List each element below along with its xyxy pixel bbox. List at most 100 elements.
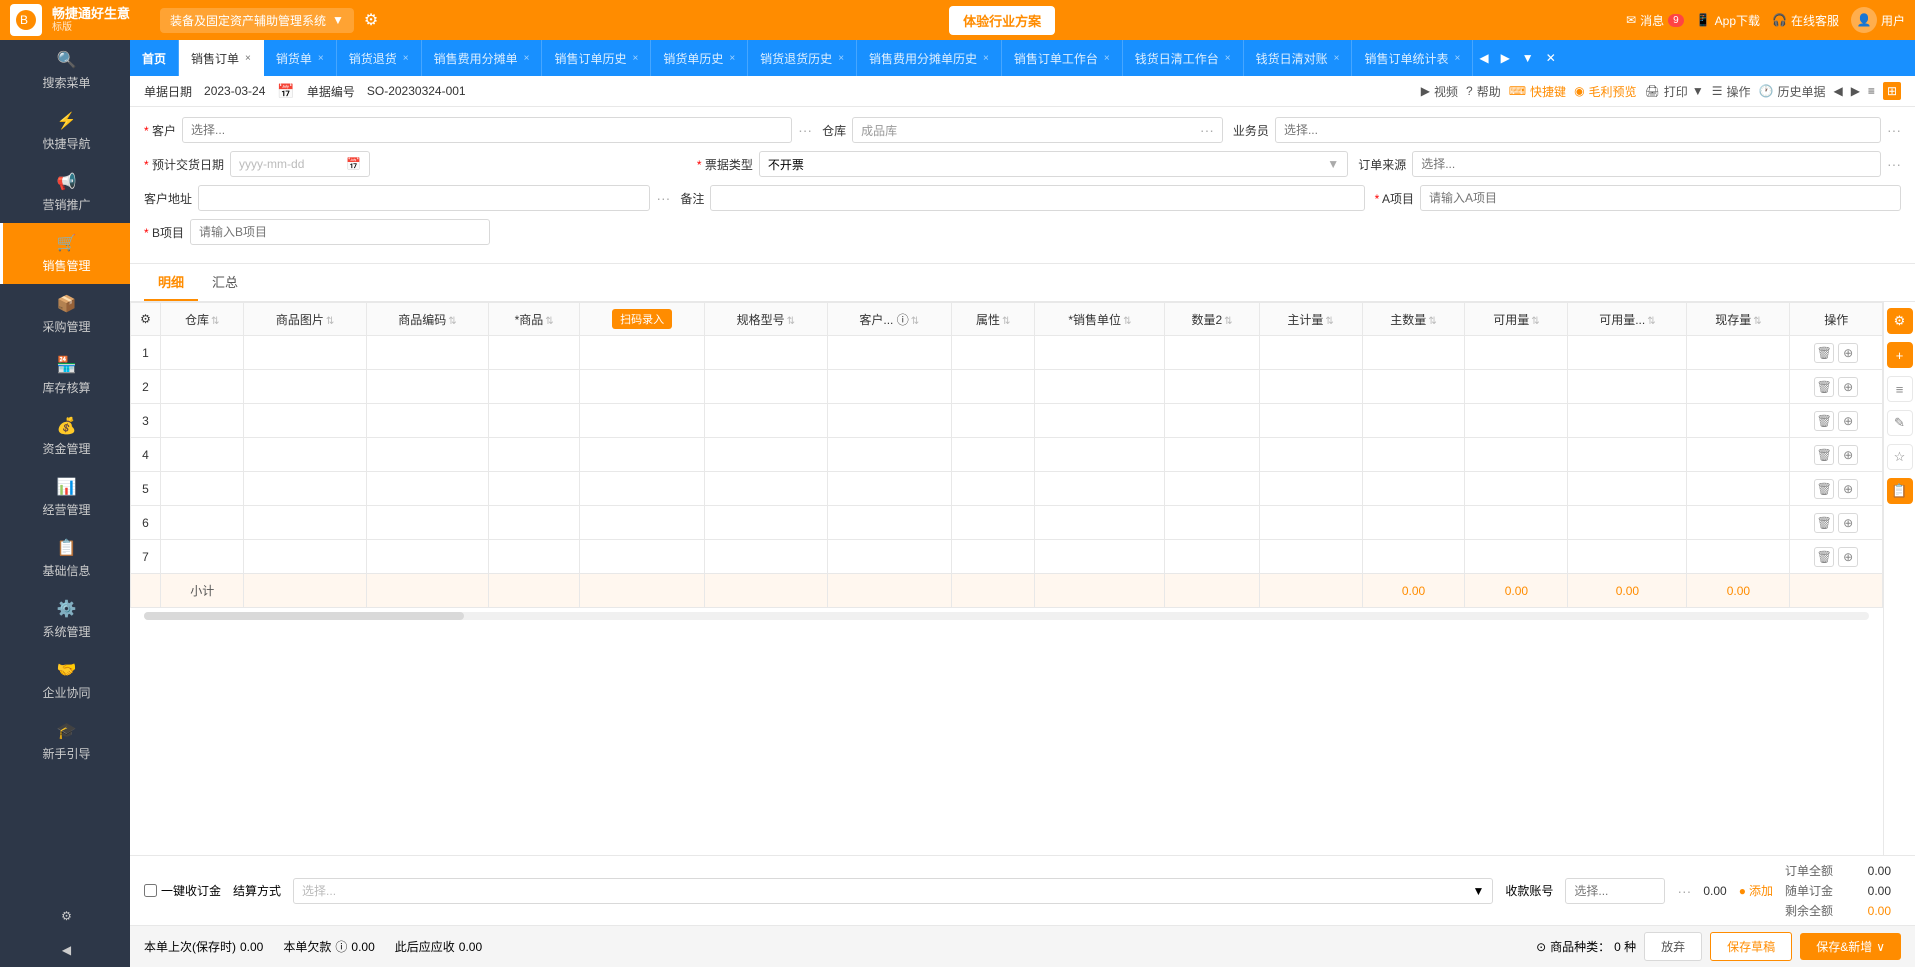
list-view-btn[interactable]: ≡ xyxy=(1868,84,1875,98)
row-6-delete[interactable]: 🗑 xyxy=(1814,513,1834,533)
tab-invoice-history-close[interactable]: × xyxy=(729,53,735,64)
warehouse-ellipsis[interactable]: ··· xyxy=(1200,122,1214,138)
tab-home[interactable]: 首页 xyxy=(130,40,179,76)
remark-input[interactable] xyxy=(710,185,1364,211)
online-service-btn[interactable]: 🎧 在线客服 xyxy=(1772,12,1839,29)
next-record-btn[interactable]: ▶ xyxy=(1851,84,1860,98)
sort-attr[interactable]: ⇅ xyxy=(1002,316,1010,327)
tab-sales-invoice[interactable]: 销货单 × xyxy=(264,40,337,76)
tab-workbench[interactable]: 销售订单工作台 × xyxy=(1002,40,1123,76)
row-1-spec[interactable] xyxy=(705,336,827,370)
row-2-delete[interactable]: 🗑 xyxy=(1814,377,1834,397)
calendar-icon[interactable]: 📅 xyxy=(277,83,294,100)
row-2-copy[interactable]: ⊕ xyxy=(1838,377,1858,397)
help-btn[interactable]: ? 帮助 xyxy=(1466,83,1501,100)
calendar-btn[interactable]: 📅 xyxy=(346,157,361,171)
settings-icon[interactable]: ⚙ xyxy=(364,10,378,30)
view-btn[interactable]: ▶ 视频 xyxy=(1421,83,1458,100)
tab-daily-clear-close[interactable]: × xyxy=(1225,53,1231,64)
tab-daily-reconcile[interactable]: 钱货日清对账 × xyxy=(1244,40,1353,76)
tab-sales-fee[interactable]: 销售费用分摊单 × xyxy=(422,40,543,76)
col-settings[interactable]: ⚙ xyxy=(131,303,161,336)
row-5-delete[interactable]: 🗑 xyxy=(1814,479,1834,499)
sidebar-item-collapse[interactable]: ◀ xyxy=(0,933,130,967)
row-7-copy[interactable]: ⊕ xyxy=(1838,547,1858,567)
order-source-ellipsis[interactable]: ··· xyxy=(1887,156,1901,172)
right-doc-btn[interactable]: 📋 xyxy=(1887,478,1913,504)
row-3-delete[interactable]: 🗑 xyxy=(1814,411,1834,431)
horizontal-scrollbar[interactable] xyxy=(144,612,1869,620)
tab-nav-menu[interactable]: ▼ xyxy=(1516,51,1540,65)
tab-sales-order[interactable]: 销售订单 × xyxy=(179,40,264,76)
sidebar-item-settings[interactable]: ⚙ xyxy=(0,899,130,933)
sidebar-item-guide[interactable]: 🎓 新手引导 xyxy=(0,711,130,772)
profit-btn[interactable]: ◉ 毛利预览 xyxy=(1574,83,1637,100)
shortcut-btn[interactable]: ⌨ 快捷键 xyxy=(1509,83,1566,100)
right-settings-btn[interactable]: ⚙ xyxy=(1887,308,1913,334)
row-2-warehouse[interactable] xyxy=(161,370,244,404)
row-5-copy[interactable]: ⊕ xyxy=(1838,479,1858,499)
sidebar-item-operation[interactable]: 📊 经营管理 xyxy=(0,467,130,528)
row-7-delete[interactable]: 🗑 xyxy=(1814,547,1834,567)
row-1-name[interactable] xyxy=(489,336,580,370)
sort-unit[interactable]: ⇅ xyxy=(1123,316,1131,327)
save-new-button[interactable]: 保存&新增 ∨ xyxy=(1800,933,1901,960)
sort-code[interactable]: ⇅ xyxy=(448,316,456,327)
tab-sales-history[interactable]: 销售订单历史 × xyxy=(542,40,651,76)
sort-available2[interactable]: ⇅ xyxy=(1647,316,1655,327)
tab-sales-fee-close[interactable]: × xyxy=(524,53,530,64)
tab-fee-history-close[interactable]: × xyxy=(983,53,989,64)
tab-sales-return[interactable]: 销货退货 × xyxy=(337,40,422,76)
tab-sales-stats[interactable]: 销售订单统计表 × xyxy=(1352,40,1473,76)
scrollbar-thumb[interactable] xyxy=(144,612,464,620)
addr-ellipsis[interactable]: ··· xyxy=(656,190,670,206)
customer-ellipsis[interactable]: ··· xyxy=(798,122,812,138)
sidebar-item-marketing[interactable]: 📢 营销推广 xyxy=(0,162,130,223)
app-download-btn[interactable]: 📱 App下载 xyxy=(1696,12,1760,29)
right-list-btn[interactable]: ≡ xyxy=(1887,376,1913,402)
sort-customer[interactable]: ⇅ xyxy=(911,316,919,327)
tab-return-history[interactable]: 销货退货历史 × xyxy=(748,40,857,76)
tab-sales-stats-close[interactable]: × xyxy=(1454,53,1460,64)
sort-name[interactable]: ⇅ xyxy=(545,316,553,327)
tab-daily-reconcile-close[interactable]: × xyxy=(1334,53,1340,64)
row-4-copy[interactable]: ⊕ xyxy=(1838,445,1858,465)
sort-warehouse[interactable]: ⇅ xyxy=(211,316,219,327)
tab-nav-right[interactable]: ▶ xyxy=(1495,51,1516,65)
sidebar-item-cooperate[interactable]: 🤝 企业协同 xyxy=(0,650,130,711)
save-draft-button[interactable]: 保存草稿 xyxy=(1710,932,1792,961)
right-add-btn[interactable]: + xyxy=(1887,342,1913,368)
invoice-select[interactable]: 不开票 ▼ xyxy=(759,151,1348,177)
account-ellipsis[interactable]: ··· xyxy=(1677,883,1691,899)
tab-nav-close-all[interactable]: ✕ xyxy=(1540,51,1562,65)
sort-available[interactable]: ⇅ xyxy=(1531,316,1539,327)
row-1-qty2[interactable] xyxy=(1165,336,1259,370)
row-1-unit[interactable] xyxy=(1035,336,1165,370)
sort-image[interactable]: ⇅ xyxy=(326,316,334,327)
row-1-available2[interactable] xyxy=(1568,336,1687,370)
row-1-code[interactable] xyxy=(366,336,488,370)
tab-return-history-close[interactable]: × xyxy=(838,53,844,64)
tab-detail[interactable]: 明细 xyxy=(144,264,198,301)
row-1-warehouse[interactable] xyxy=(161,336,244,370)
tab-sales-order-close[interactable]: × xyxy=(245,53,251,64)
addr-input[interactable] xyxy=(198,185,650,211)
a-project-input[interactable] xyxy=(1420,185,1901,211)
tab-sales-invoice-close[interactable]: × xyxy=(318,53,324,64)
row-1-available[interactable] xyxy=(1465,336,1568,370)
row-1-stock[interactable] xyxy=(1687,336,1790,370)
row-1-customer[interactable] xyxy=(827,336,952,370)
right-star-btn[interactable]: ☆ xyxy=(1887,444,1913,470)
row-1-main-unit[interactable] xyxy=(1259,336,1362,370)
right-edit-btn[interactable]: ✎ xyxy=(1887,410,1913,436)
tab-nav-left[interactable]: ◀ xyxy=(1473,51,1494,65)
payment-select[interactable]: 选择... ▼ xyxy=(293,878,1493,904)
print-btn[interactable]: 🖨 打印 ▼ xyxy=(1645,83,1704,100)
sort-stock[interactable]: ⇅ xyxy=(1753,316,1761,327)
discard-button[interactable]: 放弃 xyxy=(1644,932,1702,961)
sidebar-item-nav[interactable]: ⚡ 快捷导航 xyxy=(0,101,130,162)
row-1-main-qty[interactable] xyxy=(1362,336,1465,370)
delivery-input[interactable]: yyyy-mm-dd 📅 xyxy=(230,151,370,177)
tab-fee-history[interactable]: 销售费用分摊单历史 × xyxy=(857,40,1002,76)
staff-input[interactable] xyxy=(1275,117,1881,143)
